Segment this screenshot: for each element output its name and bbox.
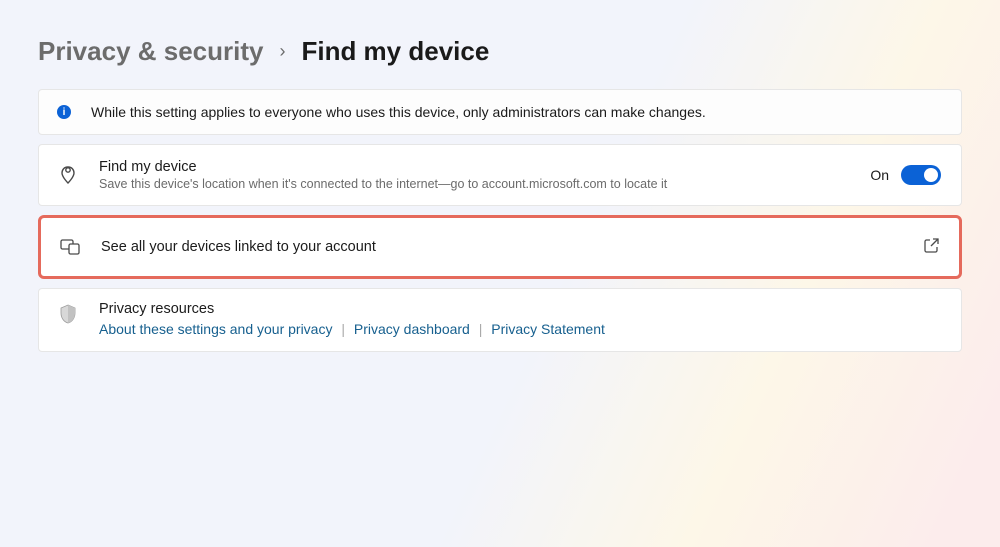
see-all-devices-title: See all your devices linked to your acco…	[101, 239, 904, 255]
find-my-device-toggle[interactable]	[901, 165, 941, 185]
info-banner: i While this setting applies to everyone…	[38, 89, 962, 135]
find-my-device-title: Find my device	[99, 159, 850, 175]
link-separator: |	[479, 321, 483, 337]
breadcrumb: Privacy & security › Find my device	[38, 36, 962, 67]
link-separator: |	[341, 321, 345, 337]
find-my-device-row: Find my device Save this device's locati…	[38, 144, 962, 206]
location-person-icon	[57, 165, 79, 185]
find-my-device-subtitle: Save this device's location when it's co…	[99, 177, 850, 191]
see-all-devices-row[interactable]: See all your devices linked to your acco…	[38, 215, 962, 279]
breadcrumb-current: Find my device	[301, 36, 489, 67]
info-icon: i	[57, 105, 71, 119]
breadcrumb-parent[interactable]: Privacy & security	[38, 36, 263, 67]
devices-icon	[59, 239, 81, 255]
privacy-resources-heading: Privacy resources	[99, 301, 605, 317]
privacy-resources-row: Privacy resources About these settings a…	[38, 288, 962, 352]
external-link-icon	[924, 238, 939, 256]
shield-icon	[57, 301, 79, 324]
privacy-statement-link[interactable]: Privacy Statement	[491, 321, 605, 337]
toggle-state-label: On	[870, 167, 889, 183]
privacy-dashboard-link[interactable]: Privacy dashboard	[354, 321, 470, 337]
about-settings-link[interactable]: About these settings and your privacy	[99, 321, 332, 337]
chevron-right-icon: ›	[279, 41, 285, 62]
info-text: While this setting applies to everyone w…	[91, 104, 706, 120]
